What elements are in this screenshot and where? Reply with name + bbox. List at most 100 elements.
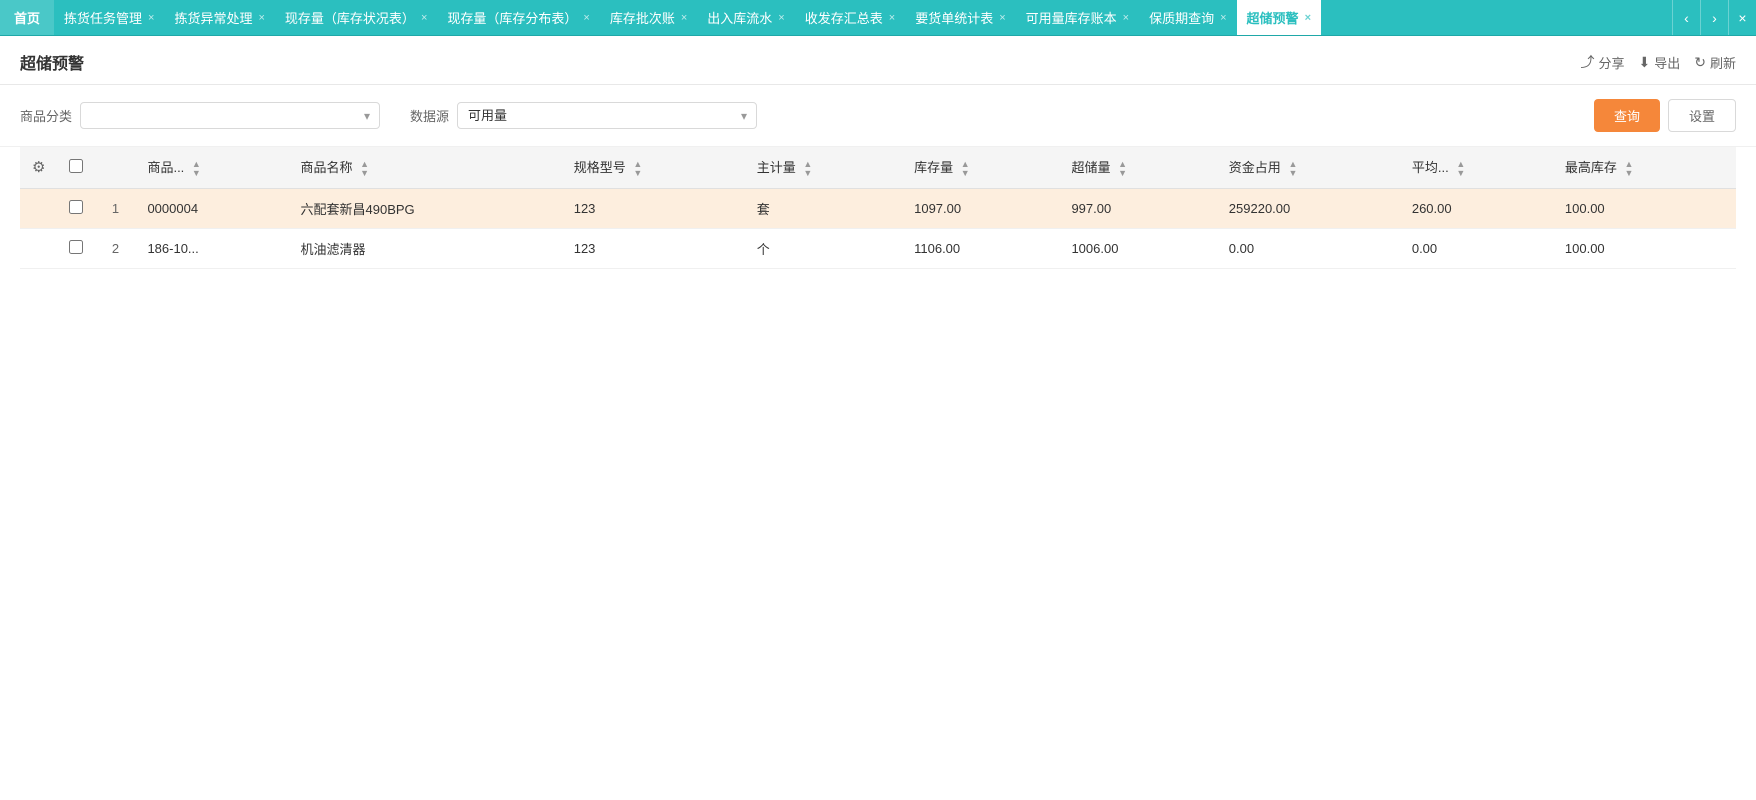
row-num: 1: [95, 188, 135, 228]
row-unit: 个: [745, 228, 902, 268]
close-tab-11[interactable]: ×: [1305, 12, 1311, 24]
row-capital: 259220.00: [1217, 188, 1400, 228]
tab-10[interactable]: 保质期查询 ×: [1139, 0, 1236, 35]
col-header-spec[interactable]: 规格型号 ▲▼: [562, 147, 745, 188]
row-settings-cell: [20, 228, 57, 268]
sort-icon-name: ▲▼: [360, 160, 369, 178]
table-row: 2 186-10... 机油滤清器 123 个 1106.00 1006.00 …: [20, 228, 1736, 268]
row-name: 六配套新昌490BPG: [289, 188, 562, 228]
settings-button[interactable]: 设置: [1668, 99, 1736, 132]
col-header-code[interactable]: 商品... ▲▼: [135, 147, 288, 188]
col-header-stock[interactable]: 库存量 ▲▼: [902, 147, 1059, 188]
nav-next-btn[interactable]: ›: [1700, 0, 1728, 35]
sort-icon-code: ▲▼: [192, 160, 201, 178]
share-button[interactable]: ⤴ 分享: [1580, 52, 1624, 72]
category-filter: 商品分类 ▾: [20, 102, 380, 129]
sort-icon-capital: ▲▼: [1288, 160, 1297, 178]
table-wrapper: ⚙ 商品... ▲▼ 商品名称 ▲▼ 规格型号: [0, 147, 1756, 269]
tab-5[interactable]: 库存批次账 ×: [600, 0, 697, 35]
col-header-checkbox: [57, 147, 95, 188]
row-code: 186-10...: [135, 228, 288, 268]
table-settings-icon[interactable]: ⚙: [32, 159, 45, 176]
row-over: 997.00: [1059, 188, 1216, 228]
datasource-label: 数据源: [410, 106, 449, 125]
row-checkbox-cell[interactable]: [57, 188, 95, 228]
tab-11[interactable]: 超储预警 ×: [1237, 0, 1321, 35]
select-all-checkbox[interactable]: [69, 159, 83, 173]
close-tab-6[interactable]: ×: [778, 12, 784, 24]
page-header: 超储预警 ⤴ 分享 ⬇ 导出 ↻ 刷新: [0, 36, 1756, 85]
col-header-name[interactable]: 商品名称 ▲▼: [289, 147, 562, 188]
close-tab-5[interactable]: ×: [681, 12, 687, 24]
close-tab-3[interactable]: ×: [421, 12, 427, 24]
nav-prev-btn[interactable]: ‹: [1672, 0, 1700, 35]
row-over: 1006.00: [1059, 228, 1216, 268]
row-avg: 260.00: [1400, 188, 1553, 228]
query-button[interactable]: 查询: [1594, 99, 1660, 132]
refresh-button[interactable]: ↻ 刷新: [1694, 53, 1736, 72]
refresh-icon: ↻: [1694, 54, 1706, 71]
sort-icon-spec: ▲▼: [633, 160, 642, 178]
sort-icon-over: ▲▼: [1118, 160, 1127, 178]
row-maxstock: 100.00: [1553, 188, 1736, 228]
col-header-avg[interactable]: 平均... ▲▼: [1400, 147, 1553, 188]
row-num: 2: [95, 228, 135, 268]
tab-8[interactable]: 要货单统计表 ×: [905, 0, 1015, 35]
tab-2[interactable]: 拣货异常处理 ×: [164, 0, 274, 35]
close-tab-4[interactable]: ×: [583, 12, 589, 24]
col-header-num: [95, 147, 135, 188]
tab-9[interactable]: 可用量库存账本 ×: [1016, 0, 1139, 35]
col-header-maxstock[interactable]: 最高库存 ▲▼: [1553, 147, 1736, 188]
datasource-select-wrapper: 可用量 库存量 ▾: [457, 102, 757, 129]
sort-icon-maxstock: ▲▼: [1625, 160, 1634, 178]
filter-row: 商品分类 ▾ 数据源 可用量 库存量 ▾ 查询 设置: [0, 85, 1756, 147]
col-header-unit[interactable]: 主计量 ▲▼: [745, 147, 902, 188]
close-tab-1[interactable]: ×: [148, 12, 154, 24]
page-title: 超储预警: [20, 50, 84, 74]
nav-home[interactable]: 首页: [0, 0, 54, 35]
close-tab-8[interactable]: ×: [999, 12, 1005, 24]
tab-3[interactable]: 现存量（库存状况表） ×: [275, 0, 437, 35]
category-select-wrapper: ▾: [80, 102, 380, 129]
sort-icon-avg: ▲▼: [1456, 160, 1465, 178]
row-capital: 0.00: [1217, 228, 1400, 268]
tab-1[interactable]: 拣货任务管理 ×: [54, 0, 164, 35]
row-checkbox-1[interactable]: [69, 240, 83, 254]
top-nav: 首页 拣货任务管理 × 拣货异常处理 × 现存量（库存状况表） × 现存量（库存…: [0, 0, 1756, 36]
close-tab-2[interactable]: ×: [258, 12, 264, 24]
datasource-select[interactable]: 可用量 库存量: [457, 102, 757, 129]
category-select[interactable]: [80, 102, 380, 129]
row-settings-cell: [20, 188, 57, 228]
datasource-filter: 数据源 可用量 库存量 ▾: [410, 102, 757, 129]
sort-icon-unit: ▲▼: [803, 160, 812, 178]
sort-icon-stock: ▲▼: [961, 160, 970, 178]
row-checkbox-0[interactable]: [69, 200, 83, 214]
col-header-settings[interactable]: ⚙: [20, 147, 57, 188]
tab-7[interactable]: 收发存汇总表 ×: [795, 0, 905, 35]
col-header-over[interactable]: 超储量 ▲▼: [1059, 147, 1216, 188]
row-stock: 1106.00: [902, 228, 1059, 268]
close-tab-10[interactable]: ×: [1220, 12, 1226, 24]
col-header-capital[interactable]: 资金占用 ▲▼: [1217, 147, 1400, 188]
row-code: 0000004: [135, 188, 288, 228]
close-tab-7[interactable]: ×: [889, 12, 895, 24]
data-table: ⚙ 商品... ▲▼ 商品名称 ▲▼ 规格型号: [20, 147, 1736, 269]
export-icon: ⬇: [1639, 54, 1651, 71]
share-icon: ⤴: [1580, 52, 1594, 72]
export-button[interactable]: ⬇ 导出: [1639, 53, 1681, 72]
tab-6[interactable]: 出入库流水 ×: [697, 0, 794, 35]
row-checkbox-cell[interactable]: [57, 228, 95, 268]
nav-arrows: ‹ › ×: [1672, 0, 1756, 35]
close-tab-9[interactable]: ×: [1123, 12, 1129, 24]
main-content: 超储预警 ⤴ 分享 ⬇ 导出 ↻ 刷新 商品分类 ▾: [0, 36, 1756, 800]
row-spec: 123: [562, 228, 745, 268]
row-maxstock: 100.00: [1553, 228, 1736, 268]
header-actions: ⤴ 分享 ⬇ 导出 ↻ 刷新: [1580, 52, 1736, 72]
row-name: 机油滤清器: [289, 228, 562, 268]
row-unit: 套: [745, 188, 902, 228]
row-spec: 123: [562, 188, 745, 228]
filter-actions: 查询 设置: [1594, 99, 1736, 132]
nav-close-all-btn[interactable]: ×: [1728, 0, 1756, 35]
row-avg: 0.00: [1400, 228, 1553, 268]
tab-4[interactable]: 现存量（库存分布表） ×: [437, 0, 599, 35]
